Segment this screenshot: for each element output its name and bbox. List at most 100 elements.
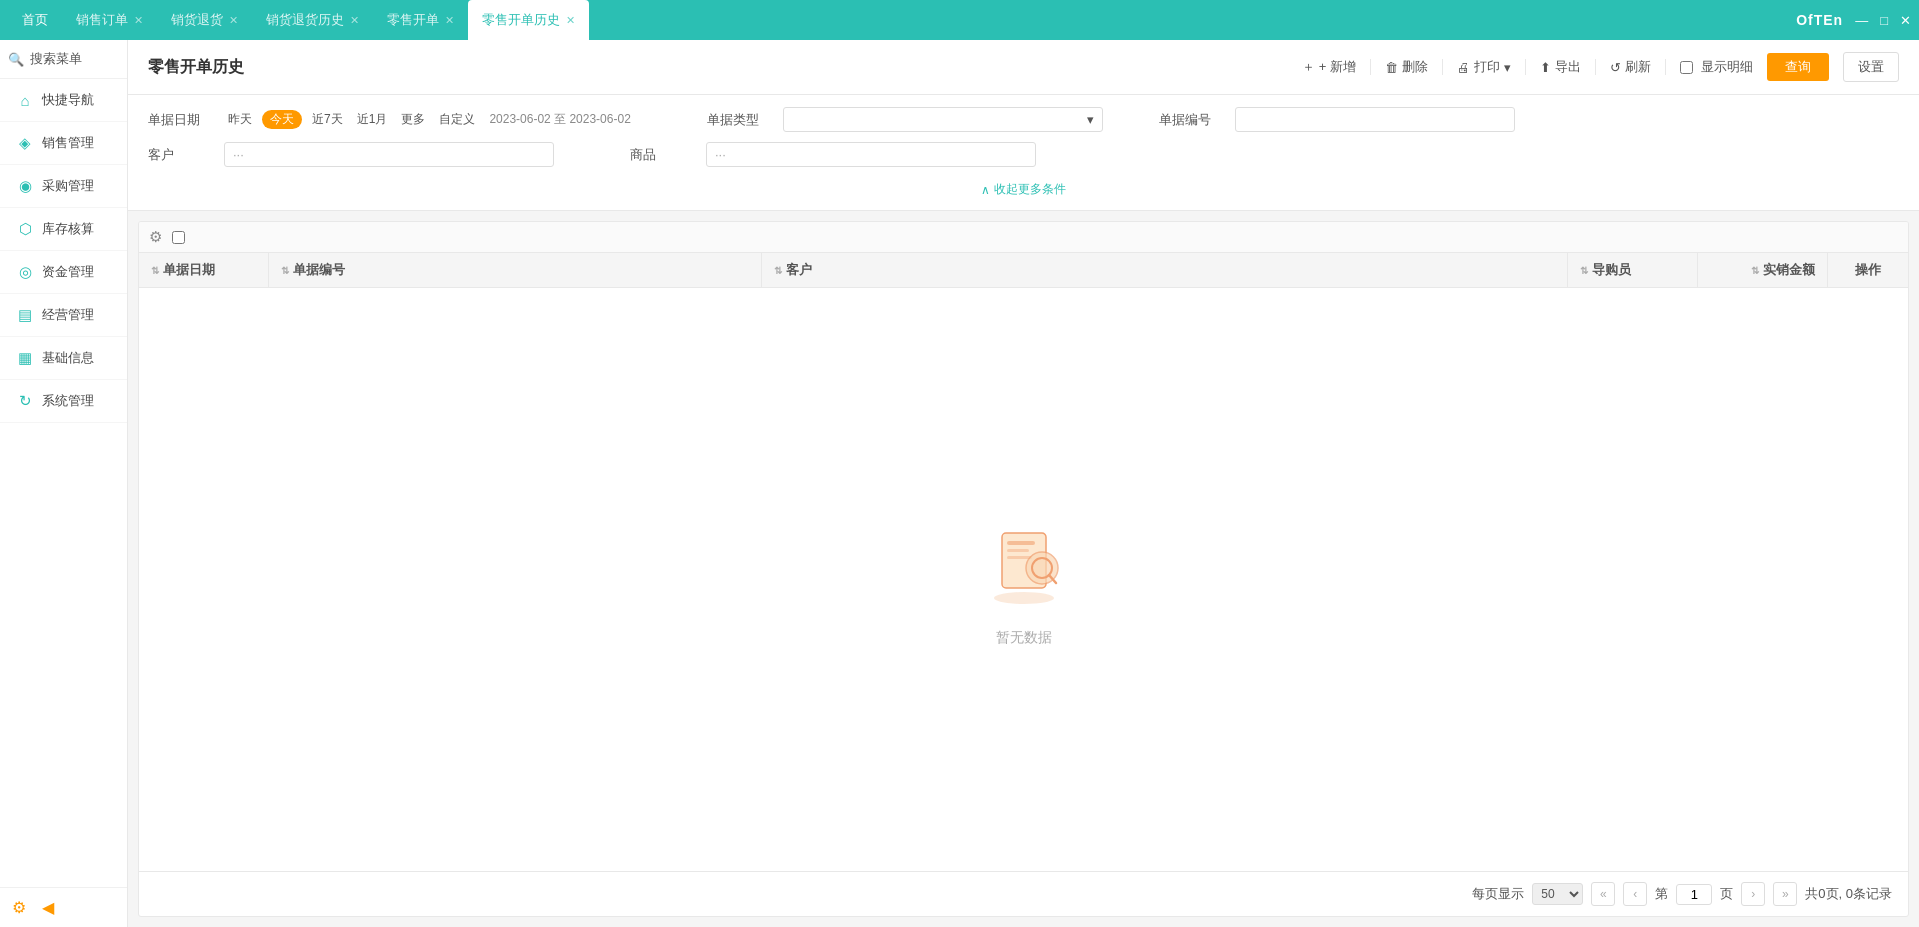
tab-sales-order[interactable]: 销售订单 ✕ xyxy=(62,0,157,40)
export-button[interactable]: ⬆ 导出 xyxy=(1540,58,1581,76)
client-input[interactable]: ··· xyxy=(224,142,554,167)
date-btn-yesterday[interactable]: 昨天 xyxy=(224,110,256,129)
goods-input[interactable]: ··· xyxy=(706,142,1036,167)
pagination: 每页显示 50 10 20 100 « ‹ 第 页 › » 共0页, 0条记录 xyxy=(139,871,1908,916)
date-btn-more[interactable]: 更多 xyxy=(397,110,429,129)
sidebar: 🔍 搜索菜单 ⌂ 快捷导航 ◈ 销售管理 ◉ 采购管理 ⬡ 库存核算 ◎ 资金管… xyxy=(0,40,128,927)
page-title: 零售开单历史 xyxy=(148,57,244,78)
date-btn-today[interactable]: 今天 xyxy=(262,110,302,129)
table-settings-icon[interactable]: ⚙ xyxy=(149,228,162,246)
total-text: 共0页, 0条记录 xyxy=(1805,885,1892,903)
tab-home[interactable]: 首页 xyxy=(8,0,62,40)
page-input[interactable] xyxy=(1676,884,1712,905)
col-header-client[interactable]: ⇅ 客户 xyxy=(762,253,1568,287)
date-range-text: 2023-06-02 至 2023-06-02 xyxy=(489,111,630,128)
collapse-icon: ∧ xyxy=(981,183,990,197)
settings-button[interactable]: 设置 xyxy=(1843,52,1899,82)
add-button[interactable]: ＋ + 新增 xyxy=(1302,58,1356,76)
divider-1 xyxy=(1370,59,1371,75)
sort-icon-client: ⇅ xyxy=(774,265,782,276)
number-label: 单据编号 xyxy=(1159,111,1219,129)
tab-retail-open-history[interactable]: 零售开单历史 ✕ xyxy=(468,0,589,40)
tab-sales-return-label: 销货退货 xyxy=(171,11,223,29)
collapse-btn[interactable]: ∧ 收起更多条件 xyxy=(148,177,1899,198)
prev-page-btn[interactable]: ‹ xyxy=(1623,882,1647,906)
close-btn[interactable]: ✕ xyxy=(1900,13,1911,28)
divider-3 xyxy=(1525,59,1526,75)
collapse-label: 收起更多条件 xyxy=(994,181,1066,198)
col-header-guide[interactable]: ⇅ 导购员 xyxy=(1568,253,1698,287)
type-chevron-icon: ▾ xyxy=(1087,112,1094,127)
sidebar-item-quick-nav-label: 快捷导航 xyxy=(42,91,94,109)
tab-sales-return[interactable]: 销货退货 ✕ xyxy=(157,0,252,40)
col-action-label: 操作 xyxy=(1855,261,1881,279)
sidebar-item-finance-label: 资金管理 xyxy=(42,263,94,281)
tab-retail-open-close[interactable]: ✕ xyxy=(445,14,454,27)
tab-retail-open-history-close[interactable]: ✕ xyxy=(566,14,575,27)
number-input[interactable] xyxy=(1235,107,1515,132)
delete-button[interactable]: 🗑 删除 xyxy=(1385,58,1428,76)
type-select[interactable]: ▾ xyxy=(783,107,1103,132)
add-icon: ＋ xyxy=(1302,58,1315,76)
print-button[interactable]: 🖨 打印 ▾ xyxy=(1457,58,1511,76)
sidebar-item-inventory-label: 库存核算 xyxy=(42,220,94,238)
date-btn-1month[interactable]: 近1月 xyxy=(353,110,392,129)
finance-icon: ◎ xyxy=(16,263,34,281)
col-client-label: 客户 xyxy=(786,261,812,279)
sidebar-item-purchase-mgmt[interactable]: ◉ 采购管理 xyxy=(0,165,127,208)
sidebar-item-basic-info[interactable]: ▦ 基础信息 xyxy=(0,337,127,380)
display-detail-checkbox[interactable]: 显示明细 xyxy=(1680,58,1753,76)
refresh-button[interactable]: ↺ 刷新 xyxy=(1610,58,1651,76)
main-layout: 🔍 搜索菜单 ⌂ 快捷导航 ◈ 销售管理 ◉ 采购管理 ⬡ 库存核算 ◎ 资金管… xyxy=(0,40,1919,927)
display-detail-input[interactable] xyxy=(1680,61,1693,74)
minimize-btn[interactable]: — xyxy=(1855,13,1868,28)
collapse-icon[interactable]: ◀ xyxy=(42,898,54,917)
export-icon: ⬆ xyxy=(1540,60,1551,75)
svg-rect-3 xyxy=(1007,549,1029,552)
sidebar-item-system[interactable]: ↻ 系统管理 xyxy=(0,380,127,423)
basic-info-icon: ▦ xyxy=(16,349,34,367)
next-page-btn[interactable]: › xyxy=(1741,882,1765,906)
col-guide-label: 导购员 xyxy=(1592,261,1631,279)
sidebar-item-inventory[interactable]: ⬡ 库存核算 xyxy=(0,208,127,251)
divider-2 xyxy=(1442,59,1443,75)
sidebar-item-sales-mgmt-label: 销售管理 xyxy=(42,134,94,152)
page-size-label: 每页显示 xyxy=(1472,885,1524,903)
print-icon: 🖨 xyxy=(1457,60,1470,75)
home-icon: ⌂ xyxy=(16,92,34,109)
col-number-label: 单据编号 xyxy=(293,261,345,279)
filter-area: 单据日期 昨天 今天 近7天 近1月 更多 自定义 2023-06-02 至 2… xyxy=(128,95,1919,211)
page-size-select[interactable]: 50 10 20 100 xyxy=(1532,883,1583,905)
tab-retail-open[interactable]: 零售开单 ✕ xyxy=(373,0,468,40)
col-header-amount[interactable]: ⇅ 实销金额 xyxy=(1698,253,1828,287)
system-icon: ↻ xyxy=(16,392,34,410)
settings-icon[interactable]: ⚙ xyxy=(12,898,26,917)
last-page-btn[interactable]: » xyxy=(1773,882,1797,906)
client-label: 客户 xyxy=(148,146,208,164)
sidebar-item-finance[interactable]: ◎ 资金管理 xyxy=(0,251,127,294)
sidebar-search[interactable]: 🔍 搜索菜单 xyxy=(0,40,127,79)
maximize-btn[interactable]: □ xyxy=(1880,13,1888,28)
sort-icon-number: ⇅ xyxy=(281,265,289,276)
print-chevron: ▾ xyxy=(1504,60,1511,75)
date-btn-7days[interactable]: 近7天 xyxy=(308,110,347,129)
empty-state: 暂无数据 xyxy=(139,288,1908,871)
sidebar-item-sales-mgmt[interactable]: ◈ 销售管理 xyxy=(0,122,127,165)
col-header-date[interactable]: ⇅ 单据日期 xyxy=(139,253,269,287)
sort-icon-guide: ⇅ xyxy=(1580,265,1588,276)
query-button[interactable]: 查询 xyxy=(1767,53,1829,81)
sidebar-item-operations[interactable]: ▤ 经营管理 xyxy=(0,294,127,337)
goods-label: 商品 xyxy=(630,146,690,164)
date-btn-custom[interactable]: 自定义 xyxy=(435,110,479,129)
select-all-checkbox[interactable] xyxy=(172,231,185,244)
tab-sales-return-history[interactable]: 销货退货历史 ✕ xyxy=(252,0,373,40)
tab-sales-return-close[interactable]: ✕ xyxy=(229,14,238,27)
sidebar-item-quick-nav[interactable]: ⌂ 快捷导航 xyxy=(0,79,127,122)
first-page-btn[interactable]: « xyxy=(1591,882,1615,906)
tab-sales-order-close[interactable]: ✕ xyxy=(134,14,143,27)
col-header-number[interactable]: ⇅ 单据编号 xyxy=(269,253,762,287)
tab-home-label: 首页 xyxy=(22,11,48,29)
table-header: ⇅ 单据日期 ⇅ 单据编号 ⇅ 客户 ⇅ 导购员 ⇅ 实销金额 xyxy=(139,253,1908,288)
tab-sales-return-history-close[interactable]: ✕ xyxy=(350,14,359,27)
table-toolbar: ⚙ xyxy=(139,222,1908,253)
